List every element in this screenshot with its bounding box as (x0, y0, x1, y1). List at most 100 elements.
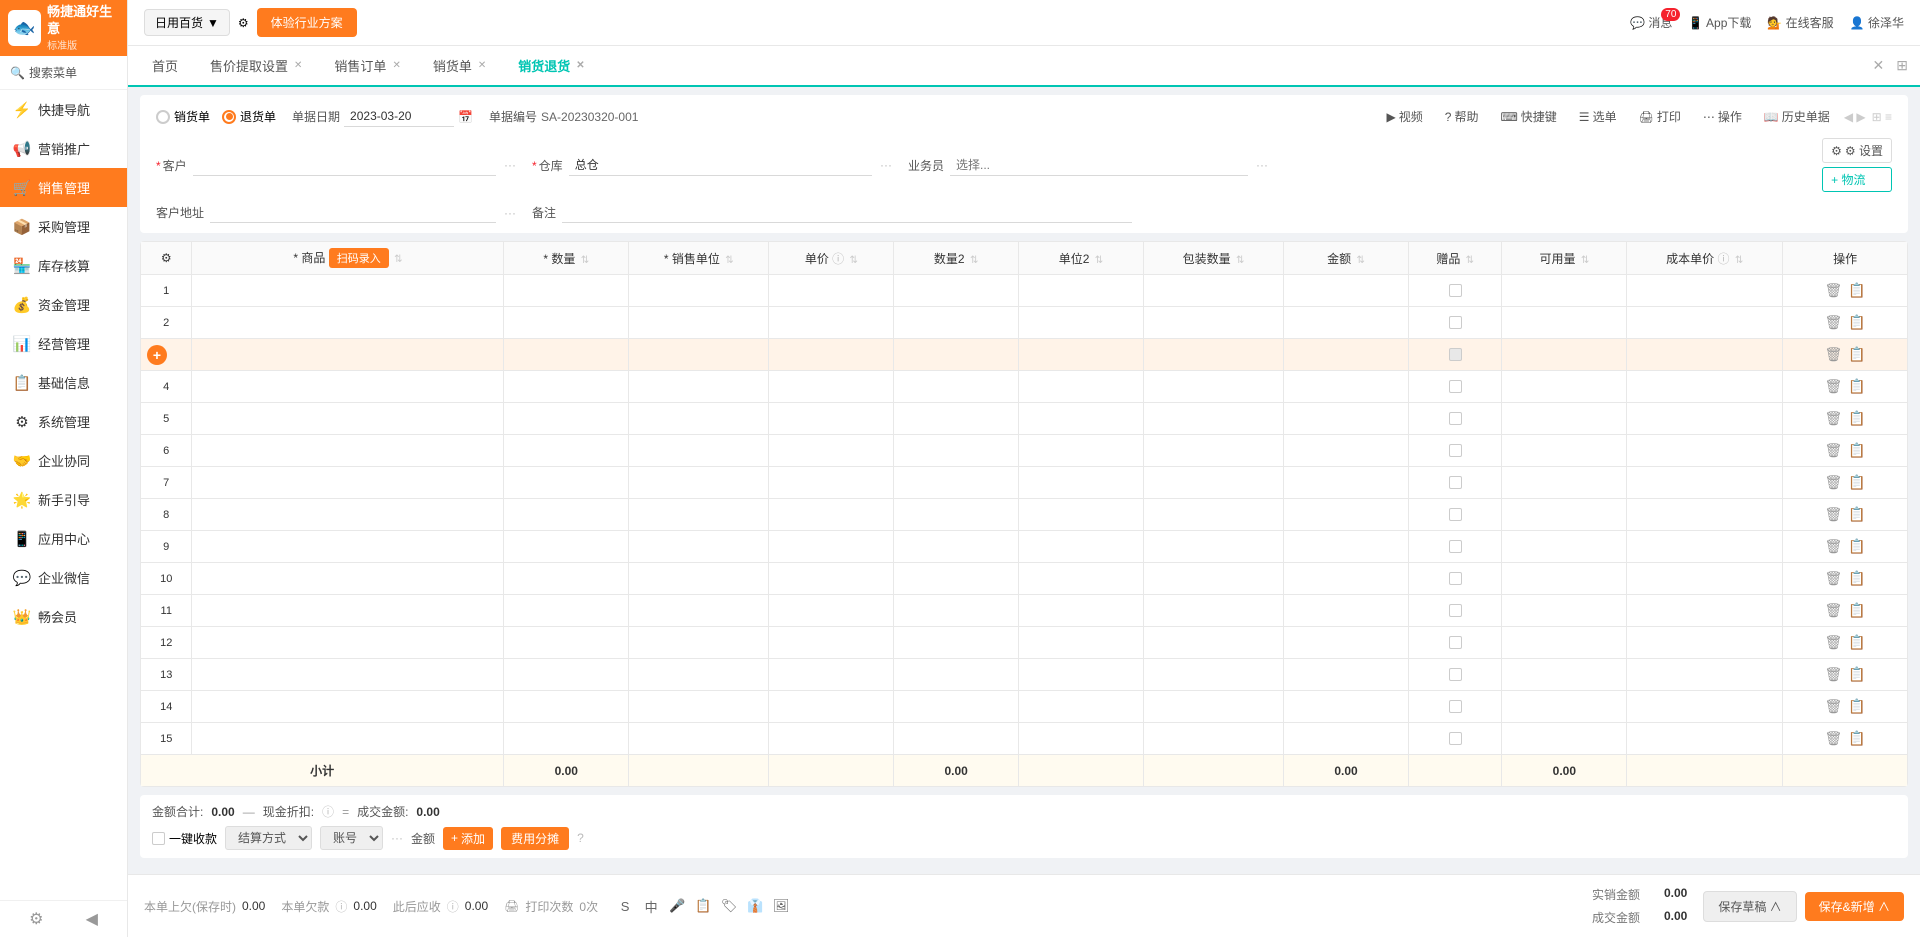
sort-pkg-icon[interactable]: ⇅ (1236, 255, 1244, 266)
pkg-qty-cell[interactable] (1143, 627, 1283, 659)
shortcut-btn[interactable]: ⌨ 快捷键 (1492, 105, 1564, 128)
available-cell[interactable] (1502, 371, 1627, 403)
qty-cell[interactable] (504, 563, 629, 595)
sales-unit-cell[interactable] (629, 467, 769, 499)
available-cell[interactable] (1502, 691, 1627, 723)
sales-unit-cell[interactable] (629, 403, 769, 435)
status-icon-2[interactable]: 中 (640, 895, 662, 917)
settings-gear-icon[interactable]: ⚙ (238, 16, 249, 30)
available-cell[interactable] (1502, 275, 1627, 307)
sales-unit-cell[interactable] (629, 499, 769, 531)
copy-row-icon[interactable]: 📋 (1848, 442, 1865, 459)
unit2-cell[interactable] (1019, 627, 1144, 659)
sort-cost-icon[interactable]: ⇅ (1735, 255, 1743, 266)
account-select[interactable]: 账号 (320, 826, 383, 850)
gift-checkbox[interactable] (1449, 732, 1462, 745)
product-cell[interactable] (192, 659, 504, 691)
product-cell[interactable] (192, 627, 504, 659)
sidebar-item-marketing[interactable]: 📢 营销推广 (0, 129, 127, 168)
sidebar-item-system[interactable]: ⚙ 系统管理 (0, 402, 127, 441)
qty2-cell[interactable] (894, 467, 1019, 499)
qty2-cell[interactable] (894, 275, 1019, 307)
unit-price-cell[interactable] (769, 659, 894, 691)
cost-price-cell[interactable] (1627, 627, 1783, 659)
unit2-cell[interactable] (1019, 403, 1144, 435)
sidebar-item-member[interactable]: 👑 畅会员 (0, 597, 127, 636)
copy-row-icon[interactable]: 📋 (1848, 538, 1865, 555)
pkg-qty-cell[interactable] (1143, 691, 1283, 723)
salesperson-ellipsis-icon[interactable]: ··· (1256, 158, 1268, 172)
tab-home[interactable]: 首页 (136, 46, 194, 87)
price-cell-active[interactable] (769, 339, 894, 371)
sales-unit-cell[interactable] (629, 307, 769, 339)
unit-cell-active[interactable] (629, 339, 769, 371)
qty2-cell[interactable] (894, 307, 1019, 339)
gift-checkbox[interactable] (1449, 444, 1462, 457)
product-cell-active[interactable] (192, 339, 504, 371)
expense-help-icon[interactable]: ? (577, 831, 584, 845)
cost-price-cell[interactable] (1627, 499, 1783, 531)
warehouse-input[interactable] (569, 155, 872, 176)
address-input[interactable] (210, 202, 496, 223)
unit-price-cell[interactable] (769, 307, 894, 339)
pkg-qty-cell[interactable] (1143, 403, 1283, 435)
tab-sales-return-close[interactable]: ✕ (576, 60, 584, 71)
cash-discount-help-icon[interactable]: ⓘ (322, 803, 334, 820)
gift-cell[interactable] (1408, 275, 1502, 307)
calendar-icon[interactable]: 📅 (458, 110, 473, 124)
product-input-active[interactable] (198, 348, 497, 362)
qty-cell[interactable] (504, 595, 629, 627)
gift-checkbox-active[interactable] (1449, 348, 1462, 361)
cost-price-cell[interactable] (1627, 659, 1783, 691)
delete-row-icon[interactable]: 🗑 (1824, 538, 1842, 555)
unit-price-cell[interactable] (769, 467, 894, 499)
tab-price-extract[interactable]: 售价提取设置 ✕ (194, 46, 318, 87)
print-btn[interactable]: 🖨 打印 (1631, 105, 1689, 128)
sidebar-item-inventory[interactable]: 🏪 库存核算 (0, 246, 127, 285)
sort-price-icon[interactable]: ⇅ (850, 255, 858, 266)
qty-cell[interactable] (504, 691, 629, 723)
amount-cell[interactable] (1284, 307, 1409, 339)
qty-cell[interactable] (504, 435, 629, 467)
gift-cell[interactable] (1408, 563, 1502, 595)
qty-cell[interactable] (504, 627, 629, 659)
qty2-cell[interactable] (894, 499, 1019, 531)
pkg-qty-cell[interactable] (1143, 595, 1283, 627)
pkg-qty-cell[interactable] (1143, 435, 1283, 467)
add-logistics-button[interactable]: + 物流 (1822, 167, 1892, 192)
product-cell[interactable] (192, 435, 504, 467)
delete-row-icon[interactable]: 🗑 (1824, 634, 1842, 651)
unit-price-cell[interactable] (769, 595, 894, 627)
available-cell[interactable] (1502, 595, 1627, 627)
sidebar-item-sales[interactable]: 🛒 销售管理 (0, 168, 127, 207)
qty-cell[interactable] (504, 723, 629, 755)
qty2-cell[interactable] (894, 627, 1019, 659)
unit-price-cell[interactable] (769, 691, 894, 723)
pkg-qty-cell[interactable] (1143, 659, 1283, 691)
add-payment-button[interactable]: + 添加 (443, 827, 493, 850)
qty-cell[interactable] (504, 531, 629, 563)
qty-cell[interactable] (504, 499, 629, 531)
unit2-cell[interactable] (1019, 659, 1144, 691)
tab-sales-delivery[interactable]: 销货单 ✕ (417, 46, 502, 87)
sidebar-item-newbie[interactable]: 🌟 新手引导 (0, 480, 127, 519)
sales-unit-cell[interactable] (629, 275, 769, 307)
gift-checkbox[interactable] (1449, 412, 1462, 425)
search-menu-item[interactable]: 🔍 搜索菜单 (0, 56, 127, 90)
gift-cell[interactable] (1408, 691, 1502, 723)
qty2-cell[interactable] (894, 659, 1019, 691)
available-cell[interactable] (1502, 499, 1627, 531)
select-bill-btn[interactable]: ☰ 选单 (1571, 105, 1625, 128)
help-btn[interactable]: ? 帮助 (1437, 105, 1487, 128)
status-icon-1[interactable]: S (614, 895, 636, 917)
gift-checkbox[interactable] (1449, 284, 1462, 297)
amount-cell[interactable] (1284, 595, 1409, 627)
tab-price-extract-close[interactable]: ✕ (294, 60, 302, 71)
qty-cell[interactable] (504, 307, 629, 339)
copy-row-icon[interactable]: 📋 (1848, 570, 1865, 587)
gift-cell[interactable] (1408, 723, 1502, 755)
unit-price-cell[interactable] (769, 627, 894, 659)
amount-cell[interactable] (1284, 435, 1409, 467)
sidebar-settings-icon[interactable]: ⚙ (29, 909, 43, 929)
delete-row-icon[interactable]: 🗑 (1824, 698, 1842, 715)
